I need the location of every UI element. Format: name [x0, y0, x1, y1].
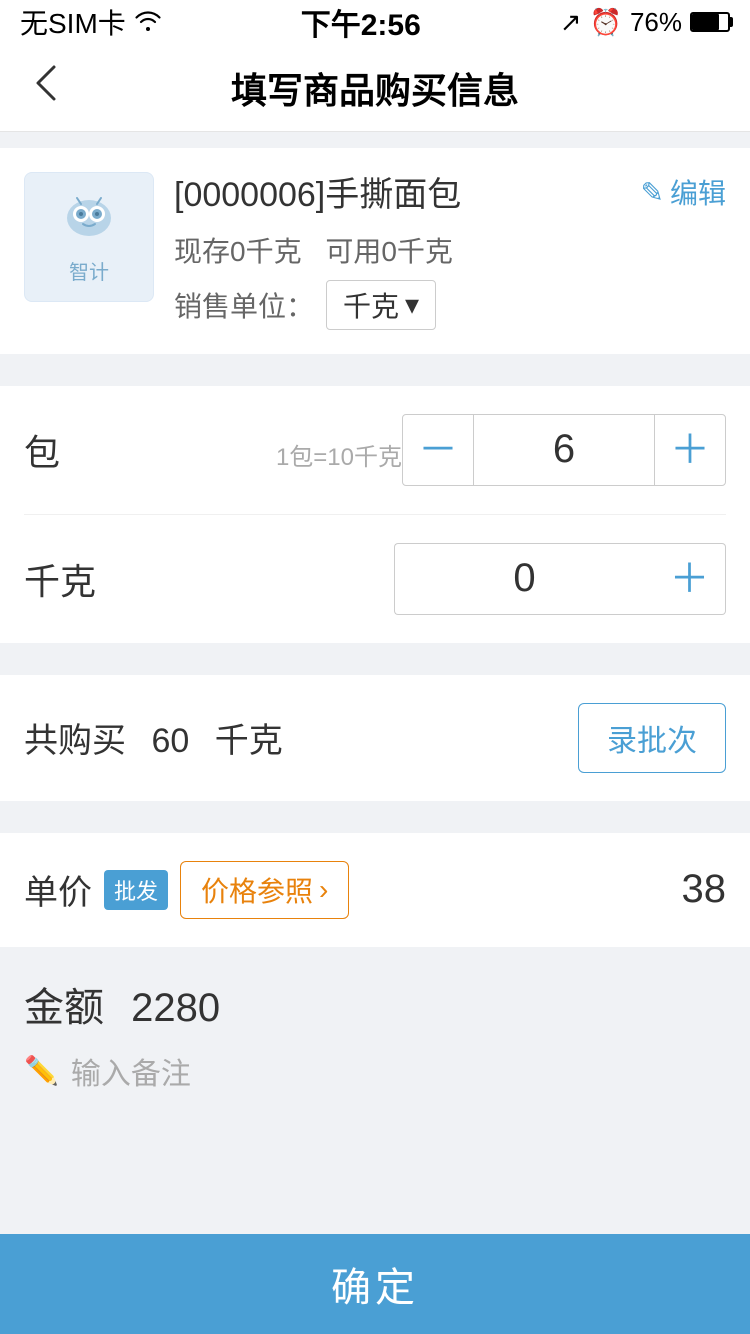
- minus-icon: －: [418, 430, 458, 470]
- package-qty-row: 包 1包=10千克 － ＋: [24, 386, 726, 515]
- price-section: 单价 批发 价格参照 › 38: [0, 833, 750, 947]
- plus-icon-kg: ＋: [670, 559, 710, 599]
- kg-qty-row: 千克 ＋: [24, 515, 726, 643]
- status-right: ↗ ⏰ 76%: [560, 7, 730, 38]
- package-hint: 1包=10千克: [276, 437, 402, 472]
- unit-select[interactable]: 千克 ▾: [326, 280, 436, 330]
- amount-section: 金额 2280 ✏️ 输入备注: [0, 947, 750, 1109]
- location-icon: ↗: [560, 7, 582, 38]
- page-title: 填写商品购买信息: [231, 62, 519, 114]
- pencil-icon: ✏️: [24, 1054, 59, 1087]
- divider-1: [0, 354, 750, 370]
- kg-label: 千克: [24, 561, 96, 602]
- package-plus-button[interactable]: ＋: [654, 414, 726, 486]
- qty-section: 包 1包=10千克 － ＋ 千克 ＋: [0, 386, 750, 643]
- remark-row[interactable]: ✏️ 输入备注: [24, 1049, 726, 1093]
- price-row: 单价 批发 价格参照 › 38: [24, 861, 726, 919]
- product-unit-row: 销售单位： 千克 ▾: [174, 280, 726, 330]
- status-left: 无SIM卡: [20, 2, 162, 42]
- edit-icon: ✎: [641, 176, 664, 209]
- back-button[interactable]: [24, 53, 68, 123]
- kg-qty-controls: ＋: [394, 543, 726, 615]
- alarm-icon: ⏰: [590, 7, 622, 38]
- amount-row: 金额 2280: [24, 975, 726, 1033]
- status-time: 下午2:56: [301, 0, 421, 44]
- carrier-label: 无SIM卡: [20, 2, 126, 42]
- ref-arrow-icon: ›: [319, 874, 328, 906]
- dropdown-icon: ▾: [405, 288, 419, 321]
- package-qty-input[interactable]: [474, 414, 654, 486]
- divider-2: [0, 643, 750, 659]
- remark-placeholder: 输入备注: [71, 1049, 191, 1093]
- nav-bar: 填写商品购买信息: [0, 44, 750, 132]
- divider-3: [0, 801, 750, 817]
- price-label: 单价: [24, 865, 92, 914]
- batch-tag: 批发: [104, 870, 168, 910]
- product-thumbnail: 智计: [24, 172, 154, 302]
- package-minus-button[interactable]: －: [402, 414, 474, 486]
- product-name: [0000006]手撕面包: [174, 172, 461, 220]
- product-info: [0000006]手撕面包 ✎ 编辑 现存0千克 可用0千克 销售单位： 千克 …: [174, 172, 726, 330]
- product-card: 智计 [0000006]手撕面包 ✎ 编辑 现存0千克 可用0千克 销售单位： …: [0, 148, 750, 354]
- package-label: 包: [24, 424, 258, 476]
- package-qty-controls: － ＋: [402, 414, 726, 486]
- summary-section: 共购买 60 千克 录批次: [0, 675, 750, 801]
- record-batch-button[interactable]: 录批次: [578, 703, 726, 773]
- product-logo-icon: [59, 190, 119, 252]
- price-ref-button[interactable]: 价格参照 ›: [180, 861, 349, 919]
- battery-percent: 76%: [630, 7, 682, 38]
- bottom-spacer: [0, 1109, 750, 1209]
- confirm-button[interactable]: 确定: [0, 1234, 750, 1334]
- price-label-group: 单价 批发 价格参照 ›: [24, 861, 349, 919]
- battery-icon: [690, 12, 730, 32]
- plus-icon: ＋: [670, 430, 710, 470]
- price-value: 38: [682, 867, 727, 912]
- status-bar: 无SIM卡 下午2:56 ↗ ⏰ 76%: [0, 0, 750, 44]
- product-stock: 现存0千克 可用0千克: [174, 230, 726, 270]
- edit-button[interactable]: ✎ 编辑: [641, 172, 726, 212]
- kg-qty-input[interactable]: [394, 543, 654, 615]
- brand-label: 智计: [69, 256, 109, 285]
- wifi-icon: [134, 6, 162, 38]
- kg-plus-button[interactable]: ＋: [654, 543, 726, 615]
- summary-text: 共购买 60 千克: [24, 713, 283, 762]
